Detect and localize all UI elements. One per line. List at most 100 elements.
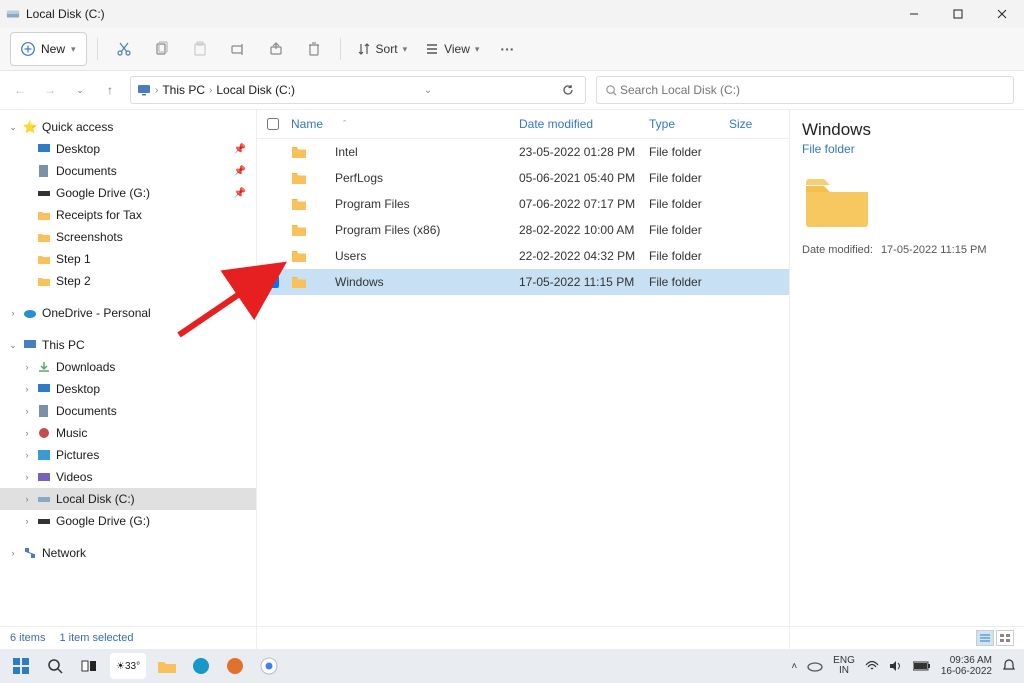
column-date[interactable]: Date modified bbox=[519, 117, 649, 131]
up-button[interactable]: ↑ bbox=[100, 80, 120, 100]
sort-label: Sort bbox=[376, 42, 398, 56]
nav-documents-2[interactable]: ›Documents bbox=[0, 400, 256, 422]
search-box[interactable] bbox=[596, 76, 1014, 104]
battery-icon[interactable] bbox=[913, 661, 931, 671]
maximize-button[interactable] bbox=[936, 0, 980, 28]
crumb-pc[interactable]: This PC bbox=[162, 83, 205, 97]
sort-icon bbox=[357, 42, 371, 56]
crumb-drive[interactable]: Local Disk (C:) bbox=[216, 83, 295, 97]
sort-button[interactable]: Sort ▾ bbox=[351, 33, 414, 65]
nav-step1[interactable]: Step 1 bbox=[0, 248, 256, 270]
table-row[interactable]: Windows17-05-2022 11:15 PMFile folder bbox=[257, 269, 789, 295]
pin-icon: 📌 bbox=[234, 166, 246, 177]
chevron-right-icon: › bbox=[155, 85, 158, 96]
column-size[interactable]: Size bbox=[729, 117, 789, 131]
folder-icon bbox=[36, 229, 52, 245]
desktop-icon bbox=[36, 141, 52, 157]
nav-desktop[interactable]: Desktop📌 bbox=[0, 138, 256, 160]
paste-button[interactable] bbox=[184, 33, 216, 65]
volume-icon[interactable] bbox=[889, 660, 903, 672]
nav-onedrive[interactable]: ›OneDrive - Personal bbox=[0, 302, 256, 324]
nav-music[interactable]: ›Music bbox=[0, 422, 256, 444]
details-title: Windows bbox=[802, 120, 1012, 140]
table-row[interactable]: Intel23-05-2022 01:28 PMFile folder bbox=[257, 139, 789, 165]
firefox-taskbar-icon[interactable] bbox=[222, 653, 248, 679]
nav-pictures[interactable]: ›Pictures bbox=[0, 444, 256, 466]
column-type[interactable]: Type bbox=[649, 117, 729, 131]
downloads-icon bbox=[36, 359, 52, 375]
nav-downloads[interactable]: ›Downloads bbox=[0, 356, 256, 378]
search-button[interactable] bbox=[42, 653, 68, 679]
nav-receipts[interactable]: Receipts for Tax bbox=[0, 204, 256, 226]
clock[interactable]: 09:36 AM16-06-2022 bbox=[941, 655, 992, 677]
nav-network[interactable]: ›Network bbox=[0, 542, 256, 564]
notifications-icon[interactable] bbox=[1002, 659, 1016, 673]
forward-button[interactable]: → bbox=[40, 80, 60, 100]
breadcrumb[interactable]: › This PC › Local Disk (C:) ⌄ bbox=[130, 76, 586, 104]
explorer-taskbar-icon[interactable] bbox=[154, 653, 180, 679]
rename-button[interactable] bbox=[222, 33, 254, 65]
language-indicator[interactable]: ENGIN bbox=[833, 656, 855, 676]
share-button[interactable] bbox=[260, 33, 292, 65]
table-row[interactable]: PerfLogs05-06-2021 05:40 PMFile folder bbox=[257, 165, 789, 191]
edge-taskbar-icon[interactable] bbox=[188, 653, 214, 679]
cut-button[interactable] bbox=[108, 33, 140, 65]
nav-videos[interactable]: ›Videos bbox=[0, 466, 256, 488]
select-all-checkbox[interactable] bbox=[257, 115, 287, 133]
close-button[interactable] bbox=[980, 0, 1024, 28]
sort-asc-icon: ˆ bbox=[343, 119, 346, 129]
folder-preview-icon bbox=[802, 174, 872, 228]
folder-icon bbox=[291, 222, 307, 238]
folder-icon bbox=[291, 196, 307, 212]
chevron-down-icon: ▾ bbox=[475, 44, 480, 55]
nav-step2[interactable]: Step 2 bbox=[0, 270, 256, 292]
recent-button[interactable]: ⌄ bbox=[70, 80, 90, 100]
table-row[interactable]: Program Files07-06-2022 07:17 PMFile fol… bbox=[257, 191, 789, 217]
drive-icon bbox=[36, 513, 52, 529]
details-pane: Windows File folder Date modified:17-05-… bbox=[789, 110, 1024, 650]
nav-this-pc[interactable]: ⌄This PC bbox=[0, 334, 256, 356]
new-button[interactable]: New ▾ bbox=[10, 32, 87, 66]
nav-quick-access[interactable]: ⌄⭐Quick access bbox=[0, 116, 256, 138]
start-button[interactable] bbox=[8, 653, 34, 679]
task-view-button[interactable] bbox=[76, 653, 102, 679]
chrome-taskbar-icon[interactable] bbox=[256, 653, 282, 679]
more-button[interactable]: ··· bbox=[491, 33, 523, 65]
nav-local-disk-c[interactable]: ›Local Disk (C:) bbox=[0, 488, 256, 510]
taskbar: ☀ 33° ˄ ENGIN 09:36 AM16-06-2022 bbox=[0, 649, 1024, 683]
refresh-button[interactable] bbox=[561, 83, 575, 97]
nav-desktop-2[interactable]: ›Desktop bbox=[0, 378, 256, 400]
weather-widget[interactable]: ☀ 33° bbox=[110, 653, 146, 679]
back-button[interactable]: ← bbox=[10, 80, 30, 100]
copy-button[interactable] bbox=[146, 33, 178, 65]
row-type: File folder bbox=[649, 197, 729, 211]
row-type: File folder bbox=[649, 223, 729, 237]
layout-details-button[interactable] bbox=[976, 630, 994, 646]
onedrive-tray-icon[interactable] bbox=[807, 660, 823, 672]
wifi-icon[interactable] bbox=[865, 660, 879, 672]
new-label: New bbox=[41, 42, 65, 56]
row-name: Windows bbox=[335, 275, 384, 289]
nav-screenshots[interactable]: Screenshots bbox=[0, 226, 256, 248]
table-row[interactable]: Program Files (x86)28-02-2022 10:00 AMFi… bbox=[257, 217, 789, 243]
view-button[interactable]: View ▾ bbox=[419, 33, 485, 65]
nav-documents[interactable]: Documents📌 bbox=[0, 160, 256, 182]
chevron-right-icon: › bbox=[209, 85, 212, 96]
layout-icons-button[interactable] bbox=[996, 630, 1014, 646]
cloud-icon bbox=[22, 305, 38, 321]
details-modified-value: 17-05-2022 11:15 PM bbox=[881, 244, 987, 256]
row-date: 28-02-2022 10:00 AM bbox=[519, 223, 649, 237]
column-name[interactable]: Nameˆ bbox=[287, 117, 519, 131]
chevron-down-icon[interactable]: ⌄ bbox=[424, 85, 432, 96]
tray-chevron-icon[interactable]: ˄ bbox=[791, 661, 797, 672]
row-checkbox[interactable] bbox=[267, 276, 279, 288]
nav-google-drive[interactable]: Google Drive (G:)📌 bbox=[0, 182, 256, 204]
table-row[interactable]: Users22-02-2022 04:32 PMFile folder bbox=[257, 243, 789, 269]
nav-google-drive-2[interactable]: ›Google Drive (G:) bbox=[0, 510, 256, 532]
toolbar: New ▾ Sort ▾ View ▾ ··· bbox=[0, 28, 1024, 71]
delete-button[interactable] bbox=[298, 33, 330, 65]
search-input[interactable] bbox=[618, 82, 1005, 98]
minimize-button[interactable] bbox=[892, 0, 936, 28]
folder-icon bbox=[36, 251, 52, 267]
file-list: Nameˆ Date modified Type Size Intel23-05… bbox=[257, 110, 789, 650]
